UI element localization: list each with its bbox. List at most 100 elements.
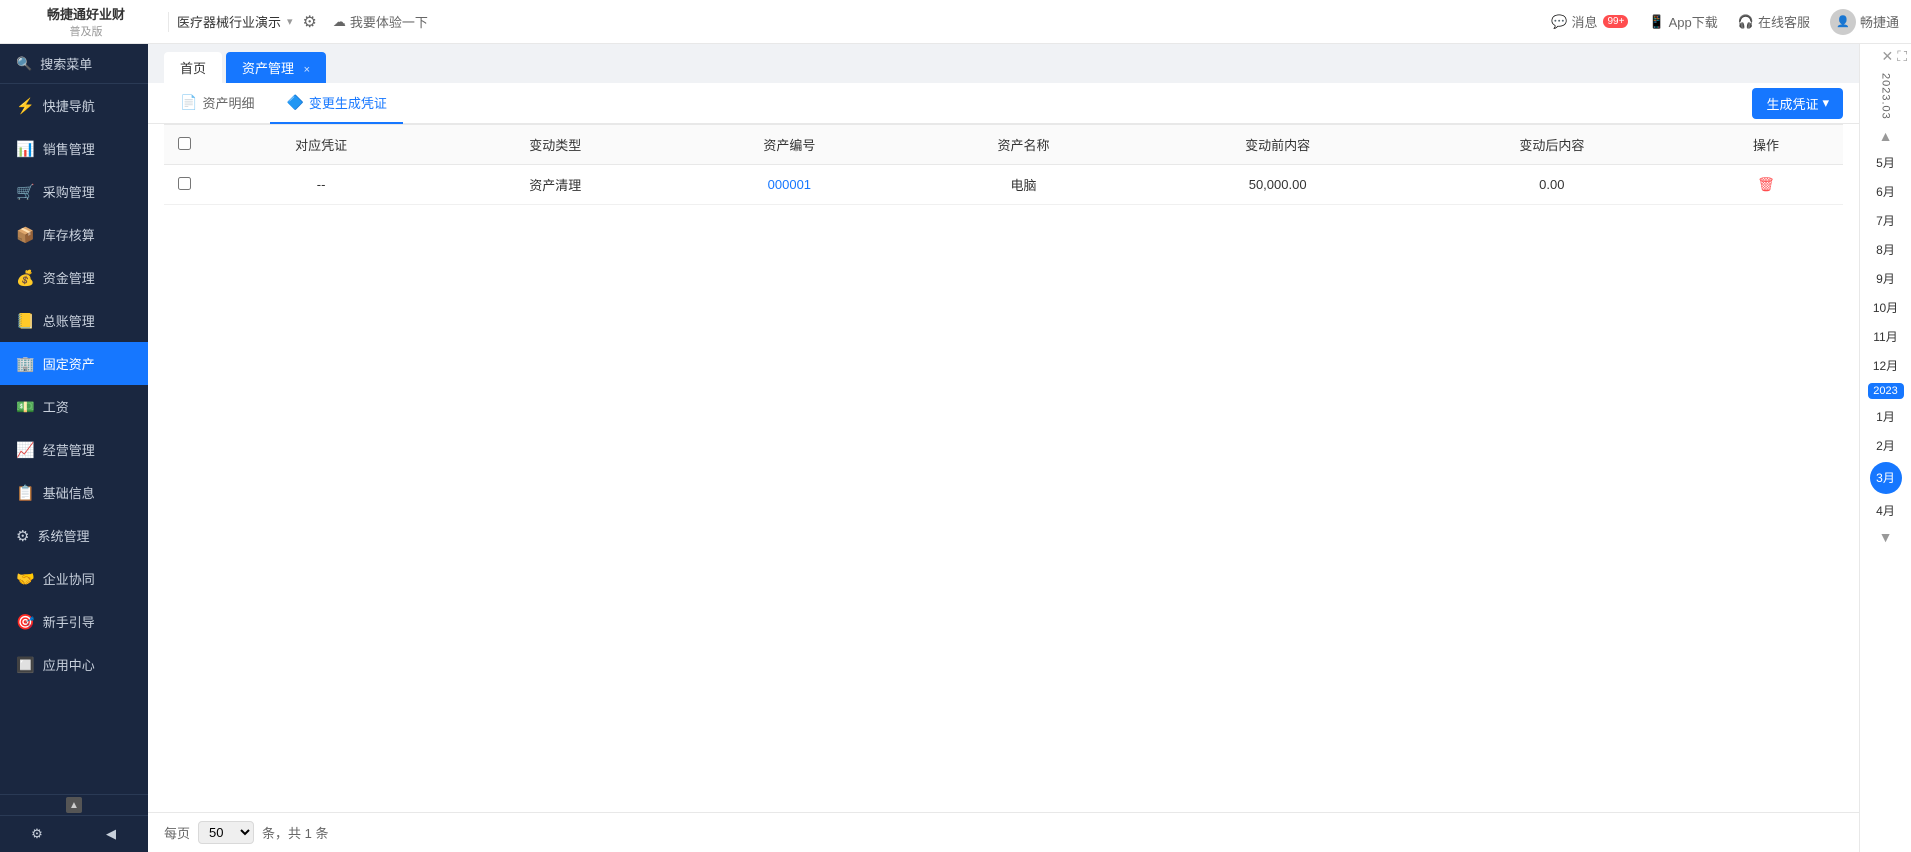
per-page-label: 每页 (164, 823, 190, 842)
row-checkbox-cell (164, 165, 204, 205)
delete-row-icon[interactable]: 🗑 (1757, 176, 1775, 192)
header-divider (168, 12, 169, 32)
tab-home[interactable]: 首页 (164, 52, 222, 83)
th-asset-no: 资产编号 (672, 125, 906, 165)
row-voucher: -- (204, 165, 438, 205)
calendar-scroll-down[interactable]: ▼ (1875, 525, 1897, 549)
row-after-content: 0.00 (1415, 165, 1689, 205)
sidebar-search-label: 搜索菜单 (40, 54, 92, 73)
sidebar-collapse-button[interactable]: ◀ (74, 816, 148, 852)
select-all-checkbox[interactable] (178, 137, 191, 150)
th-before-content: 变动前内容 (1141, 125, 1415, 165)
support-action[interactable]: 🎧 在线客服 (1738, 12, 1810, 31)
generate-voucher-button[interactable]: 生成凭证 ▾ (1752, 88, 1843, 119)
message-action[interactable]: 💬 消息 99+ (1551, 12, 1628, 31)
sidebar-item-purchase[interactable]: 🛒 采购管理 (0, 170, 148, 213)
sidebar-item-guide[interactable]: 🎯 新手引导 (0, 600, 148, 643)
sidebar-bottom-row: ⚙ ◀ (0, 815, 148, 852)
row-checkbox[interactable] (178, 177, 191, 190)
sidebar-app-center-label: 应用中心 (43, 655, 95, 674)
avatar-icon: 👤 (1836, 15, 1850, 28)
calendar-month-11[interactable]: 11月 (1866, 323, 1906, 350)
row-before-content: 50,000.00 (1141, 165, 1415, 205)
th-asset-name: 资产名称 (906, 125, 1140, 165)
th-after-content: 变动后内容 (1415, 125, 1689, 165)
header-right-actions: 💬 消息 99+ 📱 App下载 🎧 在线客服 👤 畅捷通 (1551, 9, 1899, 35)
sidebar-operations-label: 经营管理 (43, 440, 95, 459)
calendar-month-10[interactable]: 10月 (1866, 294, 1906, 321)
finance-icon: 💰 (16, 269, 35, 287)
page-content: 📄 资产明细 🔷 变更生成凭证 生成凭证 ▾ (148, 83, 1859, 852)
th-voucher: 对应凭证 (204, 125, 438, 165)
asset-detail-icon: 📄 (180, 94, 197, 111)
right-panel-expand-icon[interactable]: ⛶ (1897, 48, 1907, 65)
right-panel-close-icon[interactable]: ✕ (1881, 48, 1893, 65)
sidebar-guide-label: 新手引导 (43, 612, 95, 631)
sidebar-item-basic-info[interactable]: 📋 基础信息 (0, 471, 148, 514)
table-container: 对应凭证 变动类型 资产编号 资产名称 (148, 124, 1859, 812)
row-operation-cell: 🗑 (1689, 165, 1843, 205)
calendar-month-6[interactable]: 6月 (1866, 178, 1906, 205)
sidebar-item-fixed-assets[interactable]: 🏢 固定资产 (0, 342, 148, 385)
experience-button[interactable]: ☁ 我要体验一下 (333, 12, 428, 31)
user-action[interactable]: 👤 畅捷通 (1830, 9, 1899, 35)
module-settings-icon[interactable]: ⚙ (303, 12, 317, 32)
company-info: 畅捷通好业财 普及版 (12, 4, 160, 39)
app-center-icon: 🔲 (16, 656, 35, 674)
sidebar-item-operations[interactable]: 📈 经营管理 (0, 428, 148, 471)
sidebar-settings-button[interactable]: ⚙ (0, 816, 74, 852)
tab-bar: 首页 资产管理 × (148, 44, 1859, 83)
calendar-month-12[interactable]: 12月 (1866, 352, 1906, 379)
sidebar-item-app-center[interactable]: 🔲 应用中心 (0, 643, 148, 686)
calendar-month-9[interactable]: 9月 (1866, 265, 1906, 292)
sidebar-salary-label: 工资 (43, 397, 69, 416)
calendar-month-1[interactable]: 1月 (1866, 403, 1906, 430)
app-icon: 📱 (1648, 14, 1664, 30)
sidebar-scroll-up[interactable]: ▲ (66, 797, 82, 813)
fixed-assets-icon: 🏢 (16, 355, 35, 373)
main-layout: 🔍 搜索菜单 ⚡ 快捷导航 📊 销售管理 🛒 采购管理 📦 库存核算 💰 资金管… (0, 44, 1911, 852)
tab-close-icon[interactable]: × (304, 64, 310, 76)
sidebar-item-inventory[interactable]: 📦 库存核算 (0, 213, 148, 256)
sidebar-item-finance[interactable]: 💰 资金管理 (0, 256, 148, 299)
company-tag: 普及版 (70, 23, 103, 39)
calendar-month-8[interactable]: 8月 (1866, 236, 1906, 263)
content-area: 首页 资产管理 × 📄 资产明细 🔷 变更生成凭证 (148, 44, 1859, 852)
sidebar-item-collaboration[interactable]: 🤝 企业协同 (0, 557, 148, 600)
tab-asset-manage[interactable]: 资产管理 × (226, 52, 326, 83)
sidebar-bottom: ▲ ⚙ ◀ (0, 794, 148, 852)
total-label: 条，共 1 条 (262, 823, 328, 842)
calendar-year-header: 2023.03 (1880, 69, 1892, 124)
sidebar-item-ledger[interactable]: 📒 总账管理 (0, 299, 148, 342)
calendar-month-5[interactable]: 5月 (1866, 149, 1906, 176)
sidebar-basic-info-label: 基础信息 (43, 483, 95, 502)
pagination-bar: 每页 50 10 20 100 条，共 1 条 (148, 812, 1859, 852)
calendar-month-3-current[interactable]: 3月 (1870, 462, 1902, 494)
calendar-month-2[interactable]: 2月 (1866, 432, 1906, 459)
tab-asset-detail[interactable]: 📄 资产明细 (164, 83, 270, 124)
change-voucher-icon: 🔷 (286, 94, 303, 111)
tab-home-label: 首页 (180, 61, 206, 76)
inner-tab-bar: 📄 资产明细 🔷 变更生成凭证 生成凭证 ▾ (148, 83, 1859, 124)
calendar-month-4[interactable]: 4月 (1866, 497, 1906, 524)
calendar-month-7[interactable]: 7月 (1866, 207, 1906, 234)
support-icon: 🎧 (1738, 14, 1754, 30)
sidebar-item-search[interactable]: 🔍 搜索菜单 (0, 44, 148, 84)
module-selector[interactable]: 医疗器械行业演示 ▾ (177, 12, 293, 31)
per-page-select[interactable]: 50 10 20 100 (198, 821, 254, 844)
table-row: -- 资产清理 000001 电脑 50,000.00 0.00 🗑 (164, 165, 1843, 205)
right-panel: ✕ ⛶ 2023.03 ▲ 5月 6月 7月 8月 9月 10月 11月 12月… (1859, 44, 1911, 852)
tab-change-voucher[interactable]: 🔷 变更生成凭证 (270, 83, 402, 124)
avatar: 👤 (1830, 9, 1856, 35)
app-download-action[interactable]: 📱 App下载 (1648, 12, 1717, 31)
sidebar-finance-label: 资金管理 (43, 268, 95, 287)
sidebar-sales-label: 销售管理 (43, 139, 95, 158)
sidebar-item-system[interactable]: ⚙ 系统管理 (0, 514, 148, 557)
calendar-scroll-up[interactable]: ▲ (1875, 124, 1897, 148)
sidebar-item-quick-nav[interactable]: ⚡ 快捷导航 (0, 84, 148, 127)
sidebar-item-salary[interactable]: 💵 工资 (0, 385, 148, 428)
salary-icon: 💵 (16, 398, 35, 416)
quick-nav-icon: ⚡ (16, 97, 35, 115)
message-icon: 💬 (1551, 14, 1567, 30)
sidebar-item-sales[interactable]: 📊 销售管理 (0, 127, 148, 170)
